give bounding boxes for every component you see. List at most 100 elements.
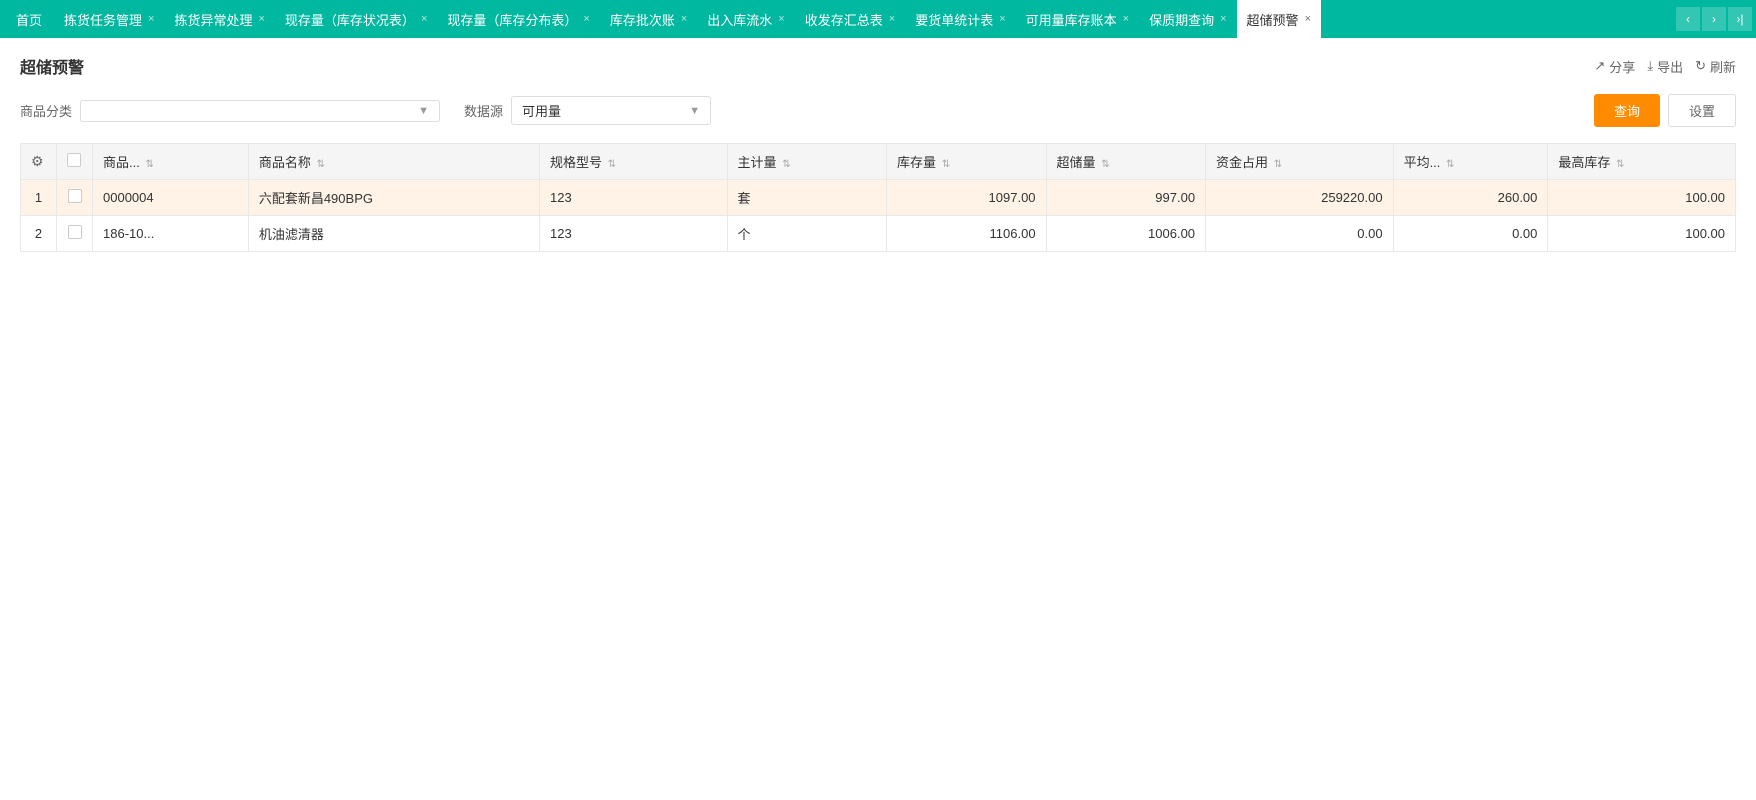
top-navigation: 首页 拣货任务管理 × 拣货异常处理 × 现存量（库存状况表） × 现存量（库存…: [0, 0, 1756, 38]
row-capital: 259220.00: [1206, 180, 1394, 216]
nav-item-超储预警[interactable]: 超储预警 ×: [1237, 0, 1321, 38]
row-num: 2: [21, 216, 57, 252]
close-icon[interactable]: ×: [148, 13, 154, 25]
row-code: 186-10...: [93, 216, 249, 252]
close-icon[interactable]: ×: [999, 13, 1005, 25]
category-label: 商品分类: [20, 101, 72, 120]
th-capital-label: 资金占用: [1216, 155, 1268, 170]
nav-next-button[interactable]: ›: [1702, 7, 1726, 31]
share-icon: ↗: [1594, 58, 1605, 74]
nav-item-label: 拣货异常处理: [174, 10, 252, 29]
row-avg: 0.00: [1393, 216, 1548, 252]
nav-item-要货单统计表[interactable]: 要货单统计表 ×: [905, 0, 1015, 38]
row-max: 100.00: [1548, 180, 1736, 216]
row-spec: 123: [540, 216, 728, 252]
nav-item-可用量库存账本[interactable]: 可用量库存账本 ×: [1016, 0, 1139, 38]
th-avg[interactable]: 平均... ⇅: [1393, 144, 1548, 180]
row-spec: 123: [540, 180, 728, 216]
nav-item-库存批次账[interactable]: 库存批次账 ×: [600, 0, 697, 38]
close-icon[interactable]: ×: [778, 13, 784, 25]
th-name-label: 商品名称: [259, 155, 311, 170]
nav-item-现存量库存状况表[interactable]: 现存量（库存状况表） ×: [275, 0, 437, 38]
category-filter: 商品分类 ▼: [20, 100, 440, 122]
th-capital[interactable]: 资金占用 ⇅: [1206, 144, 1394, 180]
sort-icon: ⇅: [782, 159, 790, 170]
datasource-value: 可用量: [522, 101, 561, 120]
th-checkbox: [57, 144, 93, 180]
settings-button[interactable]: 设置: [1668, 94, 1736, 127]
nav-item-出入库流水[interactable]: 出入库流水 ×: [697, 0, 794, 38]
nav-home[interactable]: 首页: [4, 10, 54, 29]
header-actions: ↗ 分享 ⤓ 导出 ↻ 刷新: [1594, 57, 1736, 76]
row-num: 1: [21, 180, 57, 216]
row-checkbox[interactable]: [68, 189, 82, 203]
row-over: 997.00: [1046, 180, 1206, 216]
close-icon[interactable]: ×: [889, 13, 895, 25]
refresh-icon: ↻: [1695, 58, 1706, 74]
row-stock: 1097.00: [887, 180, 1047, 216]
datasource-select[interactable]: 可用量 ▼: [511, 96, 711, 125]
th-max[interactable]: 最高库存 ⇅: [1548, 144, 1736, 180]
filter-bar: 商品分类 ▼ 数据源 可用量 ▼ 查询 设置: [20, 94, 1736, 127]
export-label: 导出: [1657, 57, 1683, 76]
row-name: 机油滤清器: [248, 216, 539, 252]
nav-item-label: 现存量（库存状况表）: [285, 10, 415, 29]
row-code: 0000004: [93, 180, 249, 216]
chevron-down-icon: ▼: [418, 105, 429, 117]
datasource-label: 数据源: [464, 101, 503, 120]
th-unit[interactable]: 主计量 ⇅: [727, 144, 887, 180]
nav-item-label: 库存批次账: [610, 10, 675, 29]
row-unit: 个: [727, 216, 887, 252]
close-icon[interactable]: ×: [258, 13, 264, 25]
page-title: 超储预警: [20, 54, 84, 78]
refresh-button[interactable]: ↻ 刷新: [1695, 57, 1736, 76]
share-label: 分享: [1609, 57, 1635, 76]
table-row: 2 186-10... 机油滤清器 123 个 1106.00 1006.00 …: [21, 216, 1736, 252]
th-spec[interactable]: 规格型号 ⇅: [540, 144, 728, 180]
nav-item-保质期查询[interactable]: 保质期查询 ×: [1139, 0, 1236, 38]
nav-item-拣货任务管理[interactable]: 拣货任务管理 ×: [54, 0, 164, 38]
th-stock[interactable]: 库存量 ⇅: [887, 144, 1047, 180]
table-body: 1 0000004 六配套新昌490BPG 123 套 1097.00 997.…: [21, 180, 1736, 252]
gear-icon[interactable]: ⚙: [31, 153, 44, 169]
nav-item-label: 保质期查询: [1149, 10, 1214, 29]
nav-item-label: 出入库流水: [707, 10, 772, 29]
nav-item-label: 超储预警: [1247, 10, 1299, 29]
close-icon[interactable]: ×: [681, 13, 687, 25]
refresh-label: 刷新: [1710, 57, 1736, 76]
nav-item-label: 收发存汇总表: [805, 10, 883, 29]
row-max: 100.00: [1548, 216, 1736, 252]
row-checkbox-cell: [57, 216, 93, 252]
th-code[interactable]: 商品... ⇅: [93, 144, 249, 180]
nav-more-button[interactable]: ›|: [1728, 7, 1752, 31]
data-table: ⚙ 商品... ⇅ 商品名称 ⇅ 规格型号 ⇅ 主计量: [20, 143, 1736, 252]
share-button[interactable]: ↗ 分享: [1594, 57, 1635, 76]
th-name[interactable]: 商品名称 ⇅: [248, 144, 539, 180]
th-settings: ⚙: [21, 144, 57, 180]
th-over[interactable]: 超储量 ⇅: [1046, 144, 1206, 180]
select-all-checkbox[interactable]: [67, 153, 81, 167]
close-icon[interactable]: ×: [421, 13, 427, 25]
th-spec-label: 规格型号: [550, 155, 602, 170]
th-over-label: 超储量: [1057, 155, 1096, 170]
row-over: 1006.00: [1046, 216, 1206, 252]
row-avg: 260.00: [1393, 180, 1548, 216]
nav-item-拣货异常处理[interactable]: 拣货异常处理 ×: [164, 0, 274, 38]
nav-item-label: 可用量库存账本: [1026, 10, 1117, 29]
query-button[interactable]: 查询: [1594, 94, 1660, 127]
close-icon[interactable]: ×: [583, 13, 589, 25]
close-icon[interactable]: ×: [1220, 13, 1226, 25]
sort-icon: ⇅: [1101, 159, 1109, 170]
category-select[interactable]: ▼: [80, 100, 440, 122]
th-avg-label: 平均...: [1404, 155, 1441, 170]
close-icon[interactable]: ×: [1123, 13, 1129, 25]
nav-item-收发存汇总表[interactable]: 收发存汇总表 ×: [795, 0, 905, 38]
row-checkbox[interactable]: [68, 225, 82, 239]
page-container: 超储预警 ↗ 分享 ⤓ 导出 ↻ 刷新 商品分类 ▼ 数据源: [0, 38, 1756, 800]
nav-prev-button[interactable]: ‹: [1676, 7, 1700, 31]
sort-icon: ⇅: [1616, 159, 1624, 170]
export-button[interactable]: ⤓ 导出: [1647, 57, 1683, 76]
sort-icon: ⇅: [608, 159, 616, 170]
nav-item-现存量库存分布表[interactable]: 现存量（库存分布表） ×: [437, 0, 599, 38]
close-icon[interactable]: ×: [1305, 13, 1311, 25]
